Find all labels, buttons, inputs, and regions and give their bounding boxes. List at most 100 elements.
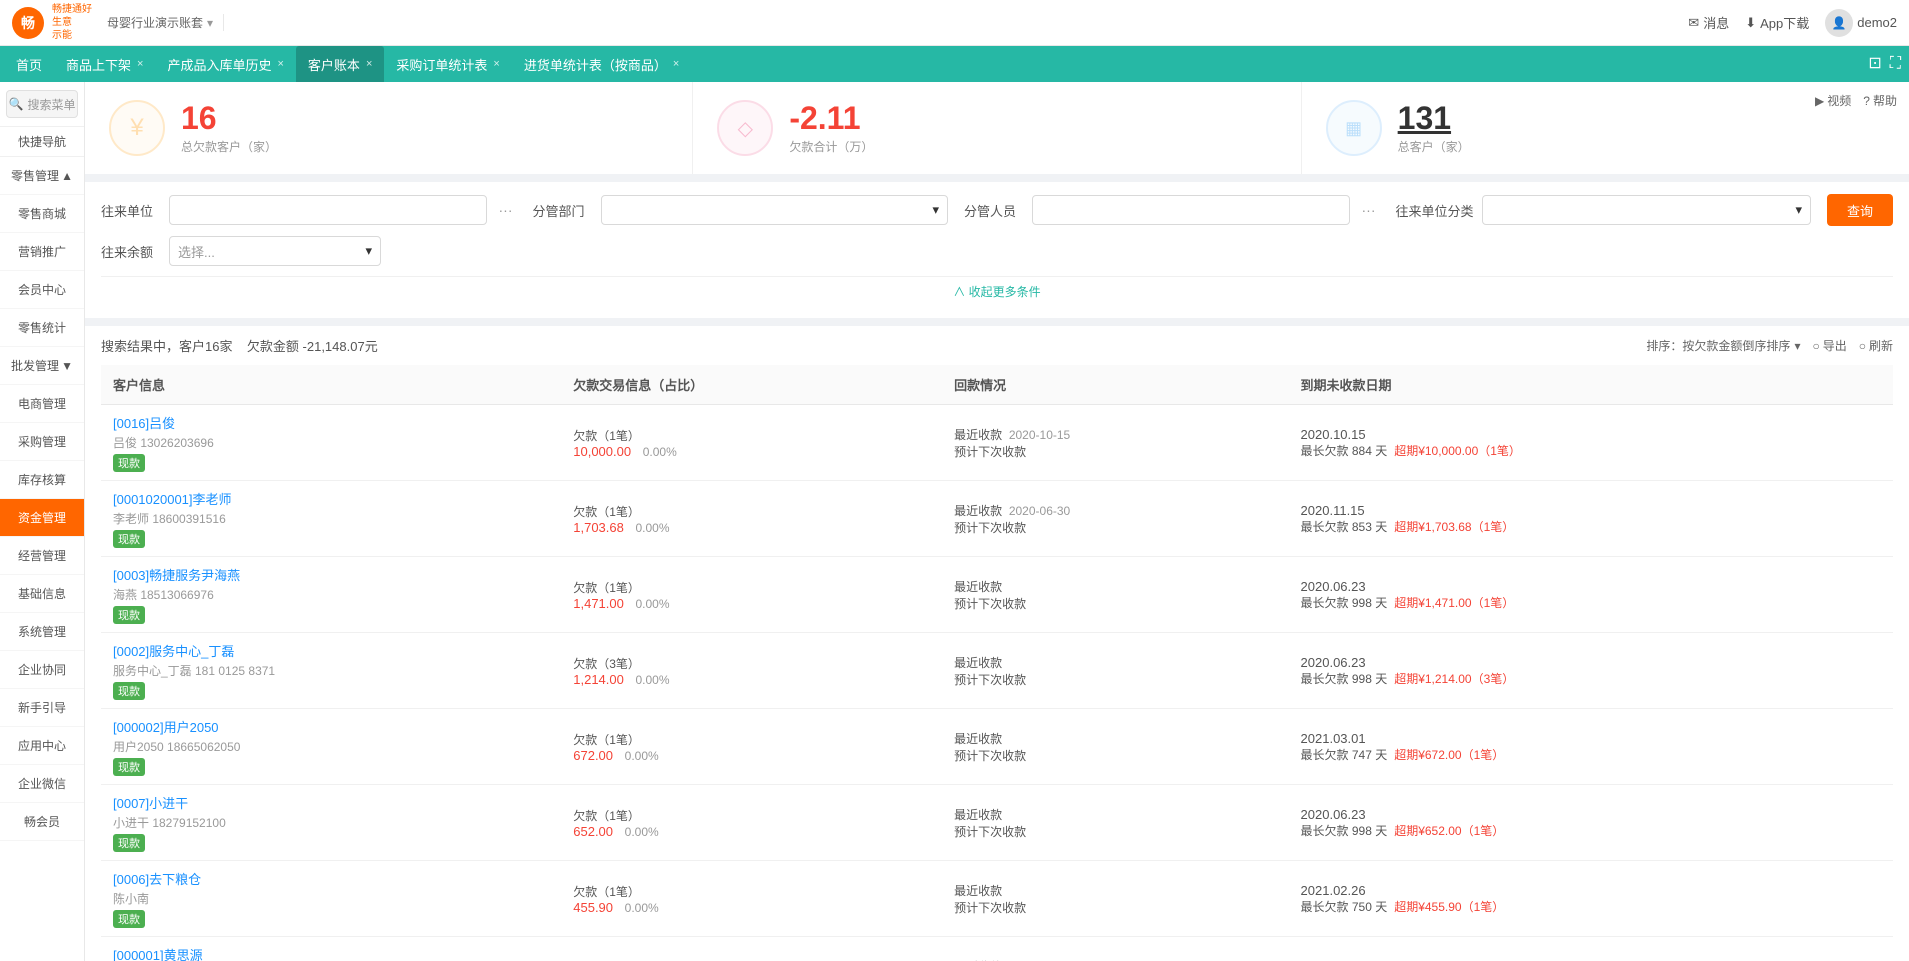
sidebar-item-purchase[interactable]: 采购管理	[0, 423, 84, 461]
overdue-link-5[interactable]: 超期¥652.00（1笔）	[1394, 824, 1504, 838]
debt-amount-0[interactable]: 10,000.00	[573, 444, 631, 459]
customer-name-link-6[interactable]: [0006]去下粮仓	[113, 869, 549, 888]
collection-date-5	[1006, 808, 1009, 822]
sidebar-item-members[interactable]: 会员中心	[0, 271, 84, 309]
debt-amount-5[interactable]: 652.00	[573, 824, 613, 839]
balance-dropdown-icon: ▾	[365, 243, 372, 259]
filter-input-person[interactable]	[1032, 195, 1350, 225]
overdue-link-2[interactable]: 超期¥1,471.00（1笔）	[1394, 596, 1514, 610]
overdue-link-4[interactable]: 超期¥672.00（1笔）	[1394, 748, 1504, 762]
tab-stock-summary[interactable]: 进货单统计表（按商品） ×	[512, 46, 691, 82]
cell-debt-info-7: 欠款（1笔） 429.00 0.00%	[561, 937, 942, 961]
customer-name-link-7[interactable]: [000001]黄思源	[113, 945, 549, 961]
customer-name-link-5[interactable]: [0007]小进干	[113, 793, 549, 812]
overdue-link-1[interactable]: 超期¥1,703.68（1笔）	[1394, 520, 1514, 534]
debt-count-6: 欠款（1笔）	[573, 883, 930, 900]
sidebar-item-system[interactable]: 系统管理	[0, 613, 84, 651]
customer-tag-3: 现款	[113, 682, 145, 700]
sidebar-item-retail-stats[interactable]: 零售统计	[0, 309, 84, 347]
search-menu-button[interactable]: 🔍 搜索菜单	[6, 90, 78, 118]
person-ellipsis-btn[interactable]: ···	[1358, 202, 1380, 218]
sidebar-item-operations[interactable]: 经营管理	[0, 537, 84, 575]
tab-home[interactable]: 首页	[4, 46, 54, 82]
overdue-days-0: 最长欠款 884 天	[1301, 444, 1391, 458]
next-collection-6: 预计下次收款	[954, 899, 1276, 916]
sidebar-item-inventory[interactable]: 库存核算	[0, 461, 84, 499]
due-date-6: 2021.02.26	[1301, 883, 1881, 898]
debt-amount-1[interactable]: 1,703.68	[573, 520, 624, 535]
filter-item-category: 往来单位分类 ▾	[1396, 195, 1812, 225]
cell-due-0: 2020.10.15 最长欠款 884 天 超期¥10,000.00（1笔）	[1289, 405, 1893, 481]
customer-name-link-3[interactable]: [0002]服务中心_丁磊	[113, 641, 549, 660]
overdue-link-3[interactable]: 超期¥1,214.00（3笔）	[1394, 672, 1514, 686]
sidebar-item-finance[interactable]: 资金管理	[0, 499, 84, 537]
user-action[interactable]: 👤 demo2	[1825, 9, 1897, 37]
fullscreen-icon[interactable]: ⛶	[1890, 56, 1901, 72]
collection-date-0: 2020-10-15	[1006, 428, 1071, 442]
close-tab-product[interactable]: ×	[137, 58, 143, 70]
app-download-action[interactable]: ⬇ App下载	[1745, 13, 1809, 32]
filter-select-dept[interactable]: ▾	[601, 195, 949, 225]
restore-icon[interactable]: ⊡	[1868, 56, 1881, 72]
sidebar-item-vip[interactable]: 畅会员	[0, 803, 84, 841]
table-meta-right: 排序：按欠款金额倒序排序 ▾ ○ 导出 ○ 刷新	[1646, 337, 1893, 354]
refresh-button[interactable]: ○ 刷新	[1859, 337, 1893, 354]
search-button[interactable]: 查询	[1827, 194, 1893, 226]
cell-debt-info-6: 欠款（1笔） 455.90 0.00%	[561, 861, 942, 937]
close-tab-stock[interactable]: ×	[673, 58, 679, 70]
debt-count-3: 欠款（3笔）	[573, 655, 930, 672]
sidebar-item-retail-mgmt[interactable]: 零售管理▲	[0, 157, 84, 195]
debt-amount-3[interactable]: 1,214.00	[573, 672, 624, 687]
customer-name-link-1[interactable]: [0001020001]李老师	[113, 489, 549, 508]
tab-production-history[interactable]: 产成品入库单历史 ×	[155, 46, 295, 82]
main-layout: 🔍 搜索菜单 快捷导航 零售管理▲ 零售商城 营销推广 会员中心 零售统计 批发…	[0, 82, 1909, 961]
cell-collection-6: 最近收款 预计下次收款	[942, 861, 1288, 937]
export-button[interactable]: ○ 导出	[1812, 337, 1846, 354]
sidebar-item-retail-mall[interactable]: 零售商城	[0, 195, 84, 233]
stat-card-debt-customers: ¥ 16 总欠款客户（家）	[85, 82, 693, 174]
store-selector[interactable]: 母婴行业演示账套 ▾	[97, 14, 224, 31]
cell-due-4: 2021.03.01 最长欠款 747 天 超期¥672.00（1笔）	[1289, 709, 1893, 785]
cell-due-2: 2020.06.23 最长欠款 998 天 超期¥1,471.00（1笔）	[1289, 557, 1893, 633]
filter-label-unit: 往来单位	[101, 201, 161, 220]
close-tab-production[interactable]: ×	[277, 58, 283, 70]
debt-amount-4[interactable]: 672.00	[573, 748, 613, 763]
help-action[interactable]: ? 帮助	[1863, 92, 1897, 109]
sidebar-item-wholesale[interactable]: 批发管理▼	[0, 347, 84, 385]
customer-name-link-2[interactable]: [0003]畅捷服务尹海燕	[113, 565, 549, 584]
close-tab-customer[interactable]: ×	[366, 58, 372, 70]
dept-dropdown-icon: ▾	[932, 202, 939, 218]
overdue-days-5: 最长欠款 998 天	[1301, 824, 1391, 838]
filter-input-unit[interactable]	[169, 195, 487, 225]
sidebar-item-corp-collab[interactable]: 企业协同	[0, 651, 84, 689]
overdue-link-6[interactable]: 超期¥455.90（1笔）	[1394, 900, 1504, 914]
filter-select-balance[interactable]: 选择... ▾	[169, 236, 381, 266]
sidebar-item-newbie[interactable]: 新手引导	[0, 689, 84, 727]
sidebar-item-marketing[interactable]: 营销推广	[0, 233, 84, 271]
sidebar-quick-nav[interactable]: 快捷导航	[0, 127, 84, 157]
debt-amount-2[interactable]: 1,471.00	[573, 596, 624, 611]
close-tab-purchase[interactable]: ×	[493, 58, 499, 70]
collapse-more-filters[interactable]: ∧ 收起更多条件	[101, 276, 1893, 306]
customer-name-link-4[interactable]: [000002]用户2050	[113, 717, 549, 736]
unit-ellipsis-btn[interactable]: ···	[495, 202, 517, 218]
sidebar-item-ecommerce[interactable]: 电商管理	[0, 385, 84, 423]
cell-collection-7: 最近收款 预计下次收款	[942, 937, 1288, 961]
debt-amount-6[interactable]: 455.90	[573, 900, 613, 915]
collection-date-4	[1006, 732, 1009, 746]
sort-selector[interactable]: 排序：按欠款金额倒序排序 ▾	[1646, 337, 1800, 354]
sidebar-item-basic-info[interactable]: 基础信息	[0, 575, 84, 613]
cell-customer-info-0: [0016]吕俊 吕俊 13026203696 现款	[101, 405, 561, 481]
video-action[interactable]: ▶ 视频	[1815, 92, 1851, 109]
message-action[interactable]: ✉ 消息	[1688, 13, 1729, 32]
overdue-link-0[interactable]: 超期¥10,000.00（1笔）	[1394, 444, 1521, 458]
tab-purchase-summary[interactable]: 采购订单统计表 ×	[384, 46, 511, 82]
tab-customer-account[interactable]: 客户账本 ×	[296, 46, 384, 82]
sidebar-item-app-center[interactable]: 应用中心	[0, 727, 84, 765]
customer-name-link-0[interactable]: [0016]吕俊	[113, 413, 549, 432]
sidebar-item-wechat[interactable]: 企业微信	[0, 765, 84, 803]
collection-label-2: 最近收款	[954, 578, 1276, 595]
customer-contact-4: 用户2050 18665062050	[113, 738, 549, 755]
filter-select-category[interactable]: ▾	[1482, 195, 1811, 225]
tab-product-onoff[interactable]: 商品上下架 ×	[54, 46, 155, 82]
